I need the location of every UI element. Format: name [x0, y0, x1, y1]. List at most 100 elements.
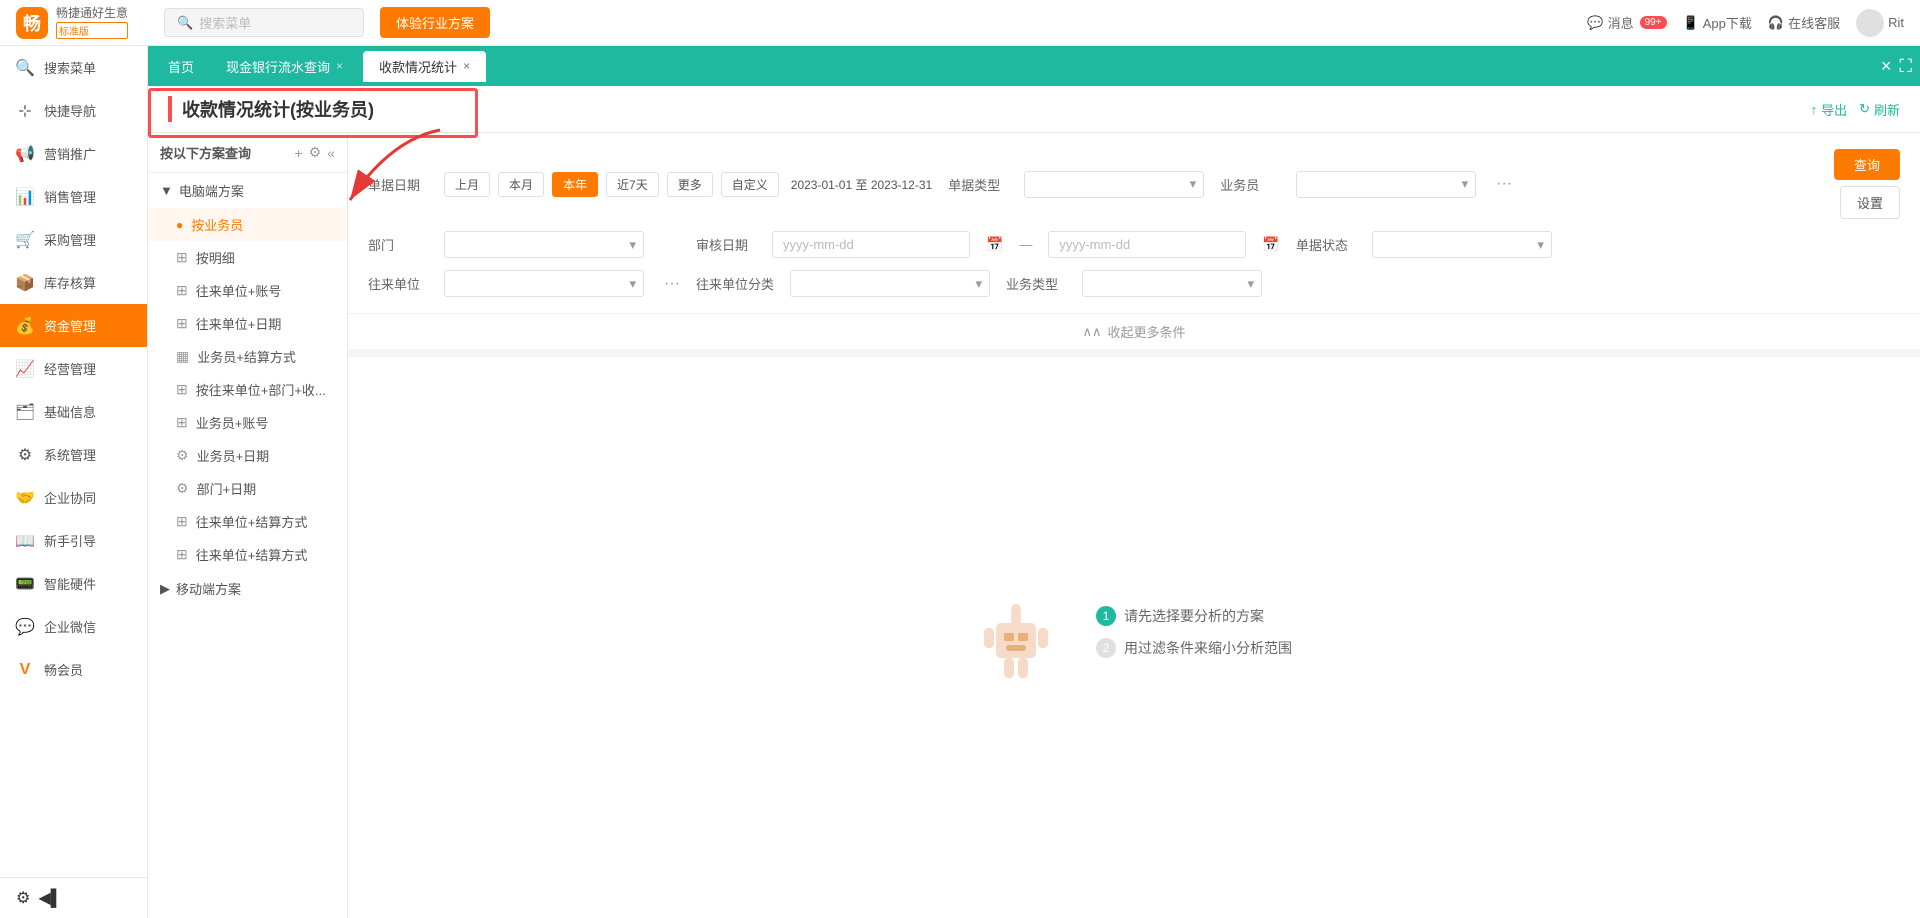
date-btn-last-month[interactable]: 上月 [444, 172, 490, 197]
tab-receipt-stats[interactable]: 收款情况统计 × [363, 51, 486, 82]
sidebar-item-basic[interactable]: 🗂 基础信息 [0, 390, 147, 433]
header-right: 💬 消息 99+ 📱 App下载 🎧 在线客服 Rit [1587, 9, 1904, 37]
logo-text: 畅捷通好生意 [56, 6, 128, 22]
scheme-item-icon-10: ⊞ [176, 546, 188, 563]
scheme-item-3[interactable]: ⊞ 往来单位+日期 [148, 307, 347, 340]
collapse-icon[interactable]: ◀▌ [38, 888, 62, 908]
sidebar-item-finance[interactable]: 💰 资金管理 [0, 304, 147, 347]
message-button[interactable]: 💬 消息 99+ [1587, 13, 1666, 32]
scheme-add-button[interactable]: + [294, 145, 302, 161]
logo-area: 畅 畅捷通好生意 标准版 [16, 6, 164, 39]
dept-select[interactable] [444, 231, 644, 258]
sidebar-item-cooperation[interactable]: 🤝 企业协同 [0, 476, 147, 519]
salesman-select[interactable] [1296, 171, 1476, 198]
scheme-item-4[interactable]: ▦ 业务员+结算方式 [148, 340, 347, 373]
scheme-item-2[interactable]: ⊞ 往来单位+账号 [148, 274, 347, 307]
trial-industry-button[interactable]: 体验行业方案 [380, 7, 490, 38]
search-placeholder: 搜索菜单 [199, 13, 251, 32]
counterpart-select[interactable] [444, 270, 644, 297]
filter-section: 单据日期 上月 本月 本年 近7天 更多 自定义 2023-01-01 至 20… [348, 133, 1920, 313]
sidebar-label-inventory: 库存核算 [44, 273, 96, 292]
date-btn-this-year[interactable]: 本年 [552, 172, 598, 197]
settings-button[interactable]: 设置 [1840, 186, 1900, 219]
mobile-expand-icon: ▶ [160, 581, 170, 597]
search-icon: 🔍 [16, 59, 34, 77]
refresh-button[interactable]: ↻ 刷新 [1859, 100, 1900, 119]
sidebar-item-vip[interactable]: V 畅会员 [0, 648, 147, 691]
sidebar-item-search[interactable]: 🔍 搜索菜单 [0, 46, 147, 89]
step-1-text: 请先选择要分析的方案 [1124, 606, 1264, 626]
export-button[interactable]: ↑ 导出 [1811, 100, 1848, 119]
counterpart-more-dots[interactable]: ··· [664, 275, 680, 293]
sidebar-item-operation[interactable]: 📈 经营管理 [0, 347, 147, 390]
sidebar-item-purchase[interactable]: 🛒 采购管理 [0, 218, 147, 261]
scheme-settings-button[interactable]: ⚙ [309, 144, 322, 161]
tab-expand-icon[interactable]: ⛶ [1899, 56, 1912, 77]
voucher-type-select[interactable] [1024, 171, 1204, 198]
filter-row-3: 往来单位 ··· 往来单位分类 业务类型 [368, 270, 1900, 297]
sidebar-item-quicknav[interactable]: ⊹ 快捷导航 [0, 89, 147, 132]
user-area[interactable]: Rit [1856, 9, 1904, 37]
counterpart-select-wrap [444, 270, 644, 297]
tab-close-all-icon[interactable]: × [1881, 56, 1892, 77]
scheme-item-10[interactable]: ⊞ 往来单位+结算方式 [148, 538, 347, 571]
sidebar-item-inventory[interactable]: 📦 库存核算 [0, 261, 147, 304]
group-expand-icon: ▼ [160, 183, 173, 198]
scheme-item-label-9: 往来单位+结算方式 [196, 512, 308, 531]
guide-icon: 📖 [16, 532, 34, 550]
scheme-item-9[interactable]: ⊞ 往来单位+结算方式 [148, 505, 347, 538]
purchase-icon: 🛒 [16, 231, 34, 249]
scheme-item-8[interactable]: ⚙ 部门+日期 [148, 472, 347, 505]
scheme-group-desktop-title[interactable]: ▼ 电脑端方案 [148, 173, 347, 208]
tab-receipt-stats-close[interactable]: × [463, 59, 470, 73]
sidebar-item-hardware[interactable]: 📟 智能硬件 [0, 562, 147, 605]
download-icon: 📱 [1683, 15, 1699, 31]
scheme-item-7[interactable]: ⚙ 业务员+日期 [148, 439, 347, 472]
empty-robot-icon [976, 593, 1056, 683]
date-btn-7days[interactable]: 近7天 [606, 172, 659, 197]
review-date-label: 审核日期 [696, 235, 756, 254]
review-date-end[interactable] [1048, 231, 1246, 258]
query-button[interactable]: 查询 [1834, 149, 1900, 180]
scheme-item-5[interactable]: ⊞ 按往来单位+部门+收... [148, 373, 347, 406]
sidebar-item-guide[interactable]: 📖 新手引导 [0, 519, 147, 562]
counterpart-category-select[interactable] [790, 270, 990, 297]
sidebar-bottom: ⚙ ◀▌ [0, 877, 147, 918]
tab-home[interactable]: 首页 [156, 51, 206, 82]
search-box[interactable]: 🔍 搜索菜单 [164, 8, 364, 37]
finance-icon: 💰 [16, 317, 34, 335]
biz-type-select[interactable] [1082, 270, 1262, 297]
salesman-more-dots[interactable]: ··· [1496, 175, 1512, 193]
scheme-group-mobile-title[interactable]: ▶ 移动端方案 [148, 571, 347, 606]
sidebar-item-sales[interactable]: 📊 销售管理 [0, 175, 147, 218]
sidebar-item-marketing[interactable]: 📢 营销推广 [0, 132, 147, 175]
group-label: 电脑端方案 [179, 181, 244, 200]
collapse-bar[interactable]: ∧∧ 收起更多条件 [348, 313, 1920, 349]
scheme-item-icon-3: ⊞ [176, 315, 188, 332]
settings-icon[interactable]: ⚙ [16, 888, 30, 908]
tab-bank-flow[interactable]: 现金银行流水查询 × [210, 51, 359, 82]
sidebar-item-system[interactable]: ⚙ 系统管理 [0, 433, 147, 476]
review-date-start[interactable] [772, 231, 970, 258]
date-btn-more[interactable]: 更多 [667, 172, 713, 197]
sidebar-label-guide: 新手引导 [44, 531, 96, 550]
scheme-item-0[interactable]: ● 按业务员 [148, 208, 347, 241]
scheme-item-6[interactable]: ⊞ 业务员+账号 [148, 406, 347, 439]
sidebar-label-basic: 基础信息 [44, 402, 96, 421]
date-btn-custom[interactable]: 自定义 [721, 172, 779, 197]
voucher-status-select[interactable] [1372, 231, 1552, 258]
date-label: 单据日期 [368, 175, 428, 194]
date-btn-this-month[interactable]: 本月 [498, 172, 544, 197]
scheme-collapse-button[interactable]: « [327, 145, 335, 161]
voucher-status-select-wrap [1372, 231, 1552, 258]
sidebar-item-wechat[interactable]: 💬 企业微信 [0, 605, 147, 648]
tab-bar: 首页 现金银行流水查询 × 收款情况统计 × × ⛶ [148, 46, 1920, 86]
avatar [1856, 9, 1884, 37]
tab-bank-flow-close[interactable]: × [336, 59, 343, 73]
scheme-item-label-3: 往来单位+日期 [196, 314, 282, 333]
online-service-button[interactable]: 🎧 在线客服 [1768, 13, 1840, 32]
app-download-button[interactable]: 📱 App下载 [1683, 13, 1752, 32]
system-icon: ⚙ [16, 446, 34, 464]
scheme-item-1[interactable]: ⊞ 按明细 [148, 241, 347, 274]
page-actions: ↑ 导出 ↻ 刷新 [1811, 100, 1900, 119]
